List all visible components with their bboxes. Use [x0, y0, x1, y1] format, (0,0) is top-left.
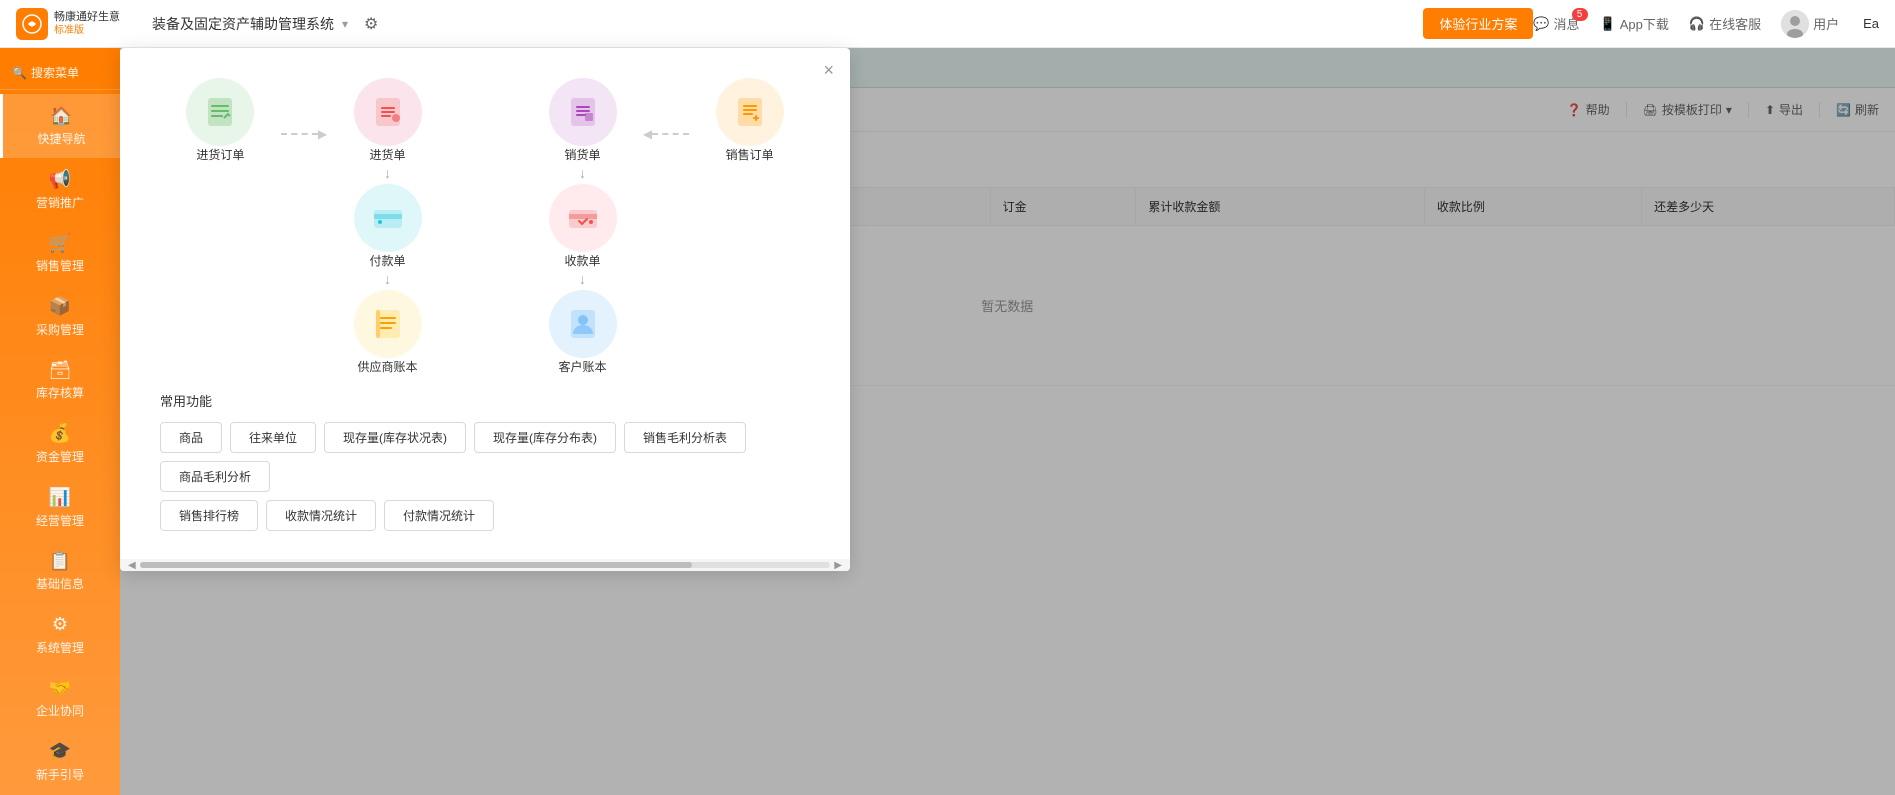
func-btn-product[interactable]: 商品 — [160, 422, 222, 453]
top-header: 畅康通好生意 标准版 装备及固定资产辅助管理系统 ▾ ⚙ 体验行业方案 💬 消息… — [0, 0, 1895, 48]
func-btn-sales-margin[interactable]: 销售毛利分析表 — [624, 422, 746, 453]
scroll-left-button[interactable]: ◀ — [124, 560, 140, 571]
modal-box: × 进货订单 ▶ — [120, 48, 850, 571]
sidebar-item-label-newbie: 新手引导 — [36, 768, 84, 784]
sidebar-item-finance[interactable]: 💰 资金管理 — [0, 412, 120, 476]
inventory-icon: 🗃 — [48, 358, 72, 382]
sidebar-item-label-marketing: 营销推广 — [36, 196, 84, 212]
sidebar-item-enterprise[interactable]: 🤝 企业协同 — [0, 666, 120, 730]
basic-info-icon: 📋 — [48, 549, 72, 573]
func-btn-stock-dist[interactable]: 现存量(库存分布表) — [474, 422, 616, 453]
flow-sales-bill-circle[interactable] — [549, 78, 617, 146]
flow-payment-bill-label: 付款单 — [369, 252, 405, 269]
sidebar-item-label: 快捷导航 — [37, 132, 85, 148]
system-icon: ⚙ — [48, 613, 72, 637]
modal-overlay: × 进货订单 ▶ — [120, 48, 1895, 795]
logo-area: 畅康通好生意 标准版 — [16, 8, 136, 40]
user-area[interactable]: 用户 — [1781, 10, 1839, 38]
sidebar-item-basic-info[interactable]: 📋 基础信息 — [0, 539, 120, 603]
sidebar-item-label-purchase: 采购管理 — [36, 323, 84, 339]
func-btn-sales-ranking[interactable]: 销售排行榜 — [160, 500, 258, 531]
modal-close-button[interactable]: × — [823, 60, 834, 81]
purchase-icon: 📦 — [48, 295, 72, 319]
operations-icon: 📊 — [48, 486, 72, 510]
sidebar-item-marketing[interactable]: 📢 营销推广 — [0, 158, 120, 222]
function-buttons-row1: 商品 往来单位 现存量(库存状况表) 现存量(库存分布表) 销售毛利分析表 商品… — [160, 422, 810, 492]
scrollbar-track[interactable] — [140, 562, 831, 568]
modal-scrollbar: ◀ ▶ — [120, 559, 850, 571]
flow-receipt-bill-circle[interactable] — [549, 184, 617, 252]
enterprise-icon: 🤝 — [48, 676, 72, 700]
search-icon: 🔍 — [12, 66, 27, 80]
flow-purchase-bill-label: 进货单 — [369, 146, 405, 163]
quick-nav-icon: 🏠 — [50, 104, 74, 128]
sidebar-search[interactable]: 🔍 搜索菜单 — [0, 56, 120, 90]
flow-sales-order-label: 销售订单 — [726, 146, 774, 163]
system-title-area: 装备及固定资产辅助管理系统 ▾ ⚙ — [152, 14, 1407, 34]
system-dropdown-icon[interactable]: ▾ — [342, 17, 348, 31]
flow-customer-ledger-circle[interactable] — [549, 290, 617, 358]
finance-icon: 💰 — [48, 422, 72, 446]
common-functions-title: 常用功能 — [160, 391, 810, 410]
online-service-button[interactable]: 🎧 在线客服 — [1689, 14, 1761, 33]
phone-icon: 📱 — [1600, 16, 1616, 32]
flow-purchase-order-label: 进货订单 — [196, 146, 244, 163]
func-btn-payment-stats[interactable]: 付款情况统计 — [384, 500, 494, 531]
common-functions-section: 常用功能 商品 往来单位 现存量(库存状况表) 现存量(库存分布表) 销售毛利分… — [160, 391, 810, 531]
flow-supplier-ledger-label: 供应商账本 — [357, 358, 417, 375]
flow-supplier-ledger-circle[interactable] — [354, 290, 422, 358]
flow-purchase-order-circle[interactable] — [186, 78, 254, 146]
sidebar-item-inventory[interactable]: 🗃 库存核算 — [0, 348, 120, 412]
marketing-icon: 📢 — [48, 168, 72, 192]
logo-text: 畅康通好生意 标准版 — [54, 10, 120, 37]
sidebar-item-operations[interactable]: 📊 经营管理 — [0, 476, 120, 540]
sidebar-item-sales[interactable]: 🛒 销售管理 — [0, 221, 120, 285]
flow-customer-ledger-label: 客户账本 — [558, 358, 606, 375]
function-buttons-row2: 销售排行榜 收款情况统计 付款情况统计 — [160, 500, 810, 531]
flow-purchase-bill-circle[interactable] — [354, 78, 422, 146]
user-avatar — [1781, 10, 1809, 38]
sidebar-item-label-operations: 经营管理 — [36, 514, 84, 530]
message-badge: 5 — [1572, 8, 1588, 21]
extra-text: Ea — [1863, 16, 1879, 31]
sidebar-item-label-enterprise: 企业协同 — [36, 704, 84, 720]
sales-icon: 🛒 — [48, 231, 72, 255]
header-right: 💬 消息 5 📱 App下载 🎧 在线客服 用户 Ea — [1533, 10, 1879, 38]
flow-payment-bill-circle[interactable] — [354, 184, 422, 252]
scrollbar-thumb — [140, 562, 692, 568]
func-btn-trading-unit[interactable]: 往来单位 — [230, 422, 316, 453]
message-icon: 💬 — [1533, 16, 1549, 32]
app-download-button[interactable]: 📱 App下载 — [1600, 14, 1669, 33]
sidebar-item-purchase[interactable]: 📦 采购管理 — [0, 285, 120, 349]
modal-content: 进货订单 ▶ 进货单 — [120, 48, 850, 559]
sidebar-item-newbie[interactable]: 🎓 新手引导 — [0, 730, 120, 794]
sidebar-item-quick-nav[interactable]: 🏠 快捷导航 — [0, 94, 120, 158]
message-button[interactable]: 💬 消息 5 — [1533, 14, 1579, 33]
settings-icon[interactable]: ⚙ — [364, 14, 378, 34]
sidebar-item-label-system: 系统管理 — [36, 641, 84, 657]
flow-receipt-bill-label: 收款单 — [564, 252, 600, 269]
func-btn-stock-status[interactable]: 现存量(库存状况表) — [324, 422, 466, 453]
scroll-right-button[interactable]: ▶ — [830, 560, 846, 571]
sidebar-item-label-sales: 销售管理 — [36, 259, 84, 275]
flow-sales-order-circle[interactable] — [716, 78, 784, 146]
sidebar-item-label-finance: 资金管理 — [36, 450, 84, 466]
sidebar-item-label-basic-info: 基础信息 — [36, 577, 84, 593]
newbie-icon: 🎓 — [48, 740, 72, 764]
logo-icon — [16, 8, 48, 40]
func-btn-collection-stats[interactable]: 收款情况统计 — [266, 500, 376, 531]
headset-icon: 🎧 — [1689, 16, 1705, 32]
sidebar: 🔍 搜索菜单 🏠 快捷导航 📢 营销推广 🛒 销售管理 📦 采购管理 🗃 库存核… — [0, 48, 120, 795]
try-industry-button[interactable]: 体验行业方案 — [1423, 8, 1533, 39]
func-btn-product-margin[interactable]: 商品毛利分析 — [160, 461, 270, 492]
sidebar-item-label-inventory: 库存核算 — [36, 386, 84, 402]
sidebar-item-system[interactable]: ⚙ 系统管理 — [0, 603, 120, 667]
system-title-text: 装备及固定资产辅助管理系统 — [152, 14, 334, 34]
flow-sales-bill-label: 销货单 — [564, 146, 600, 163]
